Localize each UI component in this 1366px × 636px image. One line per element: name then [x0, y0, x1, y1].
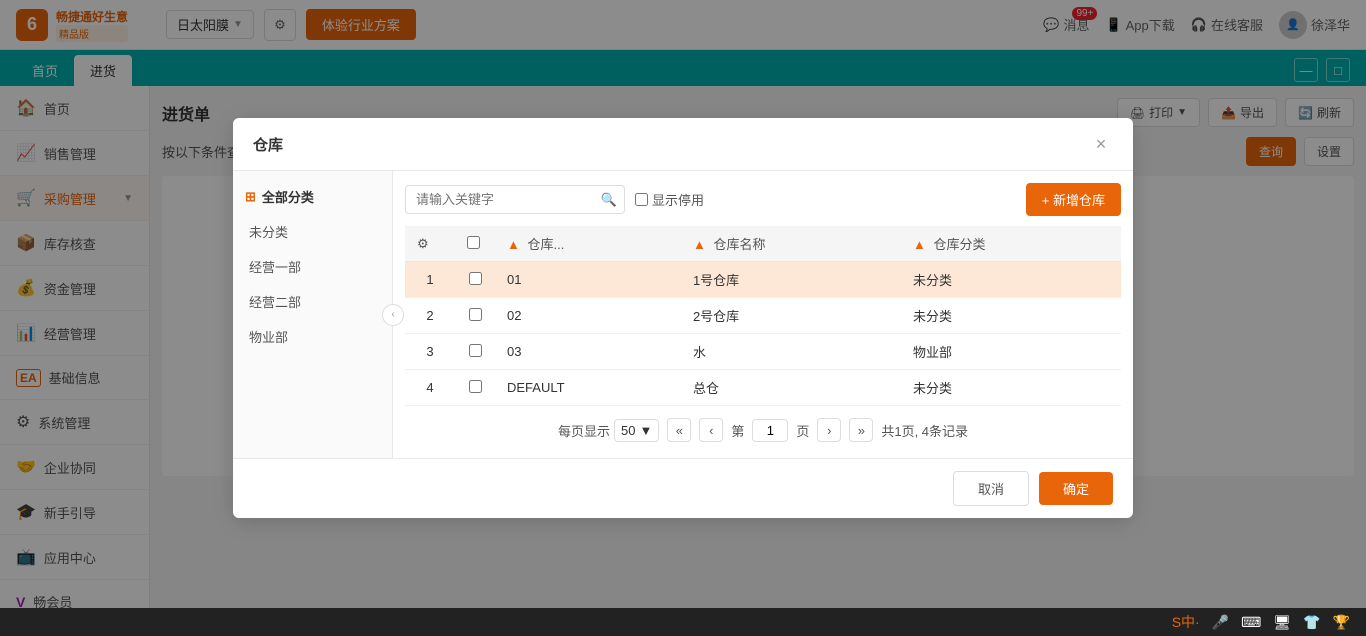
row-code: DEFAULT [495, 370, 681, 406]
show-disabled-checkbox[interactable]: 显示停用 [635, 190, 704, 209]
category-item-0[interactable]: 未分类 [233, 214, 392, 249]
row-actions: 3 [405, 334, 455, 370]
show-disabled-label: 显示停用 [652, 190, 704, 209]
search-wrap: 🔍 [405, 185, 625, 214]
table-row[interactable]: 3 03 水 物业部 [405, 334, 1121, 370]
row-code: 01 [495, 262, 681, 298]
grid-icon: ⊞ [245, 189, 256, 205]
sort-icon-2: ▲ [693, 237, 706, 252]
warehouse-table: ⚙ ▲ 仓库... ▲ [405, 226, 1121, 406]
settings-icon: ⚙ [417, 236, 429, 251]
confirm-button[interactable]: 确定 [1039, 472, 1113, 505]
search-input[interactable] [405, 185, 625, 214]
page-size-value: 50 [621, 423, 635, 438]
first-page-button[interactable]: « [667, 418, 691, 442]
row-actions: 2 [405, 298, 455, 334]
th-settings: ⚙ [405, 226, 455, 262]
modal-category-sidebar: ⊞ 全部分类 未分类 经营一部 经营二部 物业部 ‹ [233, 171, 393, 458]
th-name: ▲ 仓库名称 [681, 226, 901, 262]
category-item-2[interactable]: 经营二部 [233, 284, 392, 319]
prev-page-button[interactable]: ‹ [699, 418, 723, 442]
status-bar: S中· 🎤 ⌨ 🖥 👕 🏆 [0, 608, 1366, 636]
category-item-3[interactable]: 物业部 [233, 319, 392, 354]
table-body: 1 01 1号仓库 未分类 2 02 2号仓库 [405, 262, 1121, 406]
row-checkbox [455, 334, 495, 370]
cancel-button[interactable]: 取消 [953, 471, 1029, 506]
page-suffix: 页 [796, 421, 809, 440]
modal-header: 仓库 × [233, 118, 1133, 171]
per-page-label: 每页显示 [558, 421, 610, 440]
pagination: 每页显示 50 ▼ « ‹ 第 页 › » 共1页, 4条记录 [405, 406, 1121, 446]
warehouse-modal: 仓库 × ⊞ 全部分类 未分类 经营一部 经营二部 [233, 118, 1133, 518]
select-all-checkbox[interactable] [467, 236, 480, 249]
modal-main-content: 🔍 显示停用 + 新增仓库 ⚙ [393, 171, 1133, 458]
all-categories-label: 全部分类 [262, 187, 314, 206]
chevron-down-icon: ▼ [639, 423, 652, 438]
modal-title: 仓库 [253, 134, 283, 155]
page-input[interactable] [752, 419, 788, 442]
disabled-checkbox[interactable] [635, 193, 648, 206]
row-category: 未分类 [901, 298, 1121, 334]
sougou-icon[interactable]: S中· [1172, 612, 1200, 632]
row-actions: 4 [405, 370, 455, 406]
modal-toolbar: 🔍 显示停用 + 新增仓库 [405, 183, 1121, 216]
sidebar-collapse-button[interactable]: ‹ [382, 304, 404, 326]
table-header: ⚙ ▲ 仓库... ▲ [405, 226, 1121, 262]
display-icon[interactable]: 🖥 [1273, 614, 1291, 631]
row-name: 水 [681, 334, 901, 370]
shirt-icon[interactable]: 👕 [1303, 614, 1320, 631]
th-category: ▲ 仓库分类 [901, 226, 1121, 262]
trophy-icon[interactable]: 🏆 [1333, 614, 1350, 631]
sort-icon-3: ▲ [913, 237, 926, 252]
total-info: 共1页, 4条记录 [881, 421, 968, 440]
all-categories-item[interactable]: ⊞ 全部分类 [233, 179, 392, 214]
row-code: 02 [495, 298, 681, 334]
row-category: 未分类 [901, 370, 1121, 406]
add-warehouse-button[interactable]: + 新增仓库 [1026, 183, 1121, 216]
row-code: 03 [495, 334, 681, 370]
table-container: ⚙ ▲ 仓库... ▲ [405, 226, 1121, 406]
row-category: 未分类 [901, 262, 1121, 298]
keyboard-icon[interactable]: ⌨ [1241, 614, 1261, 631]
page-prefix: 第 [731, 421, 744, 440]
page-size-dropdown[interactable]: 50 ▼ [614, 419, 659, 442]
row-name: 总仓 [681, 370, 901, 406]
sort-icon: ▲ [507, 237, 520, 252]
row-checkbox [455, 370, 495, 406]
last-page-button[interactable]: » [849, 418, 873, 442]
modal-footer: 取消 确定 [233, 458, 1133, 518]
close-icon[interactable]: × [1089, 132, 1113, 156]
modal-overlay[interactable]: 仓库 × ⊞ 全部分类 未分类 经营一部 经营二部 [0, 0, 1366, 636]
row-name: 2号仓库 [681, 298, 901, 334]
modal-body: ⊞ 全部分类 未分类 经营一部 经营二部 物业部 ‹ [233, 171, 1133, 458]
th-checkbox [455, 226, 495, 262]
category-item-1[interactable]: 经营一部 [233, 249, 392, 284]
row-category: 物业部 [901, 334, 1121, 370]
row-checkbox [455, 262, 495, 298]
page-size-select: 每页显示 50 ▼ [558, 419, 659, 442]
table-row[interactable]: 1 01 1号仓库 未分类 [405, 262, 1121, 298]
microphone-icon[interactable]: 🎤 [1212, 614, 1229, 631]
next-page-button[interactable]: › [817, 418, 841, 442]
search-icon[interactable]: 🔍 [601, 192, 617, 208]
table-row[interactable]: 2 02 2号仓库 未分类 [405, 298, 1121, 334]
row-name: 1号仓库 [681, 262, 901, 298]
th-code: ▲ 仓库... [495, 226, 681, 262]
row-actions: 1 [405, 262, 455, 298]
table-row[interactable]: 4 DEFAULT 总仓 未分类 [405, 370, 1121, 406]
row-checkbox [455, 298, 495, 334]
